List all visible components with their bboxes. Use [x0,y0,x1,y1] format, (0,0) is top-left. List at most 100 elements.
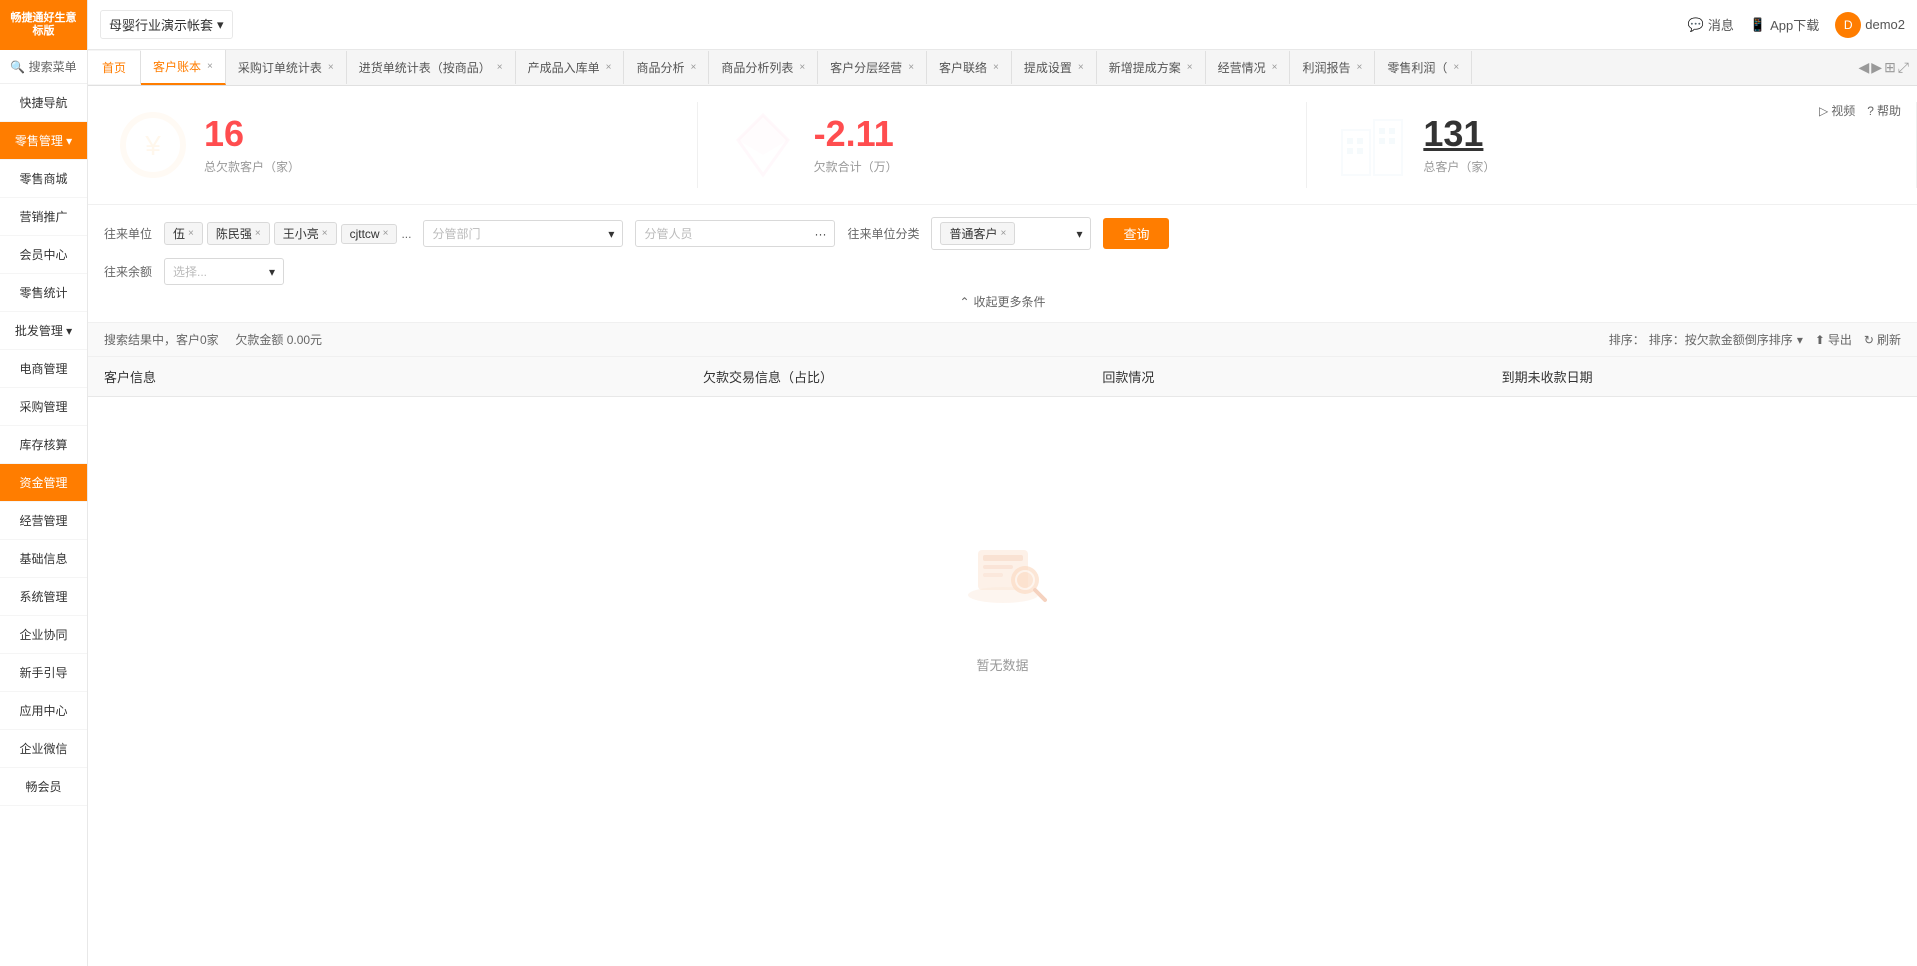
stats-row: ¥ 16 总欠款客户（家） -2.11 欠款合计（万 [88,86,1917,205]
tab-retail-profit[interactable]: 零售利润（ × [1375,51,1472,84]
sidebar-item-ecommerce[interactable]: 电商管理 [0,350,87,388]
search-menu[interactable]: 🔍 搜索菜单 [0,50,87,84]
sidebar-item-system[interactable]: 系统管理 [0,578,87,616]
sidebar-item-apps[interactable]: 应用中心 [0,692,87,730]
filter-tag-unit3[interactable]: 王小亮 × [274,222,337,245]
sidebar-item-wechat[interactable]: 企业微信 [0,730,87,768]
app-download-button[interactable]: 📱 App下载 [1750,15,1819,34]
coin-icon: ¥ [118,110,188,180]
tab-close-icon[interactable]: × [1078,62,1084,73]
sidebar-item-retail-mall[interactable]: 零售商城 [0,160,87,198]
tab-close-icon[interactable]: × [1187,62,1193,73]
sidebar-item-basics[interactable]: 基础信息 [0,540,87,578]
stat-text-debt: -2.11 欠款合计（万） [814,116,898,175]
chevron-up-icon: ⌃ [959,295,969,309]
category-tag[interactable]: 普通客户 × [940,222,1015,245]
tab-close-icon[interactable]: × [207,61,213,72]
sidebar: 畅捷通好生意 标版 🔍 搜索菜单 快捷导航 零售管理 ▾ 零售商城 营销推广 会… [0,0,88,966]
building-icon [1337,110,1407,180]
sidebar-item-members[interactable]: 会员中心 [0,236,87,274]
app-logo: 畅捷通好生意 标版 [0,0,87,50]
tab-close-icon[interactable]: × [1453,62,1459,73]
dept-select[interactable]: 分管部门 ▾ [423,220,623,247]
sidebar-item-quick-nav[interactable]: 快捷导航 [0,84,87,122]
col-repayment: 回款情况 [1102,367,1501,386]
tab-customer-contact[interactable]: 客户联络 × [927,51,1012,84]
chevron-down-icon: ▾ [269,265,275,279]
tab-business-status[interactable]: 经营情况 × [1206,51,1291,84]
sidebar-item-newbie[interactable]: 新手引导 [0,654,87,692]
version-selector[interactable]: 母婴行业演示帐套 ▾ [100,10,233,39]
sidebar-item-operations[interactable]: 经营管理 [0,502,87,540]
filter-tag-unit2[interactable]: 陈民强 × [207,222,270,245]
page-content: ¥ 16 总欠款客户（家） -2.11 欠款合计（万 [88,86,1917,966]
tab-expand-icon[interactable]: ⊞ [1884,59,1896,76]
topbar: 母婴行业演示帐套 ▾ 💬 消息 📱 App下载 D demo2 [88,0,1917,50]
col-debt-info: 欠款交易信息（占比） [703,367,1102,386]
messages-button[interactable]: 💬 消息 [1688,15,1734,34]
table-header: 客户信息 欠款交易信息（占比） 回款情况 到期未收款日期 [88,357,1917,397]
tag-close-icon[interactable]: × [383,228,389,239]
sidebar-item-finance[interactable]: 资金管理 [0,464,87,502]
tab-prev-arrow[interactable]: ◀ [1859,59,1870,76]
tab-close-icon[interactable]: × [606,62,612,73]
tab-close-icon[interactable]: × [799,62,805,73]
sidebar-item-members2[interactable]: 畅会员 [0,768,87,806]
tab-next-arrow[interactable]: ▶ [1871,59,1882,76]
tab-close-icon[interactable]: × [1356,62,1362,73]
more-tags-button[interactable]: ... [401,227,411,241]
sidebar-item-wholesale[interactable]: 批发管理 ▾ [0,312,87,350]
help-icon: ? [1867,104,1874,118]
tab-new-commission[interactable]: 新增提成方案 × [1097,51,1206,84]
tab-customer-ledger[interactable]: 客户账本 × [141,50,226,85]
tab-product-analysis[interactable]: 商品分析 × [624,51,709,84]
person-select[interactable]: 分管人员 ··· [635,220,835,247]
tab-navigation-arrows: ◀ ▶ ⊞ ⤢ [1851,59,1917,76]
tab-purchase-order-stats[interactable]: 采购订单统计表 × [226,51,347,84]
empty-text: 暂无数据 [976,655,1028,674]
balance-select[interactable]: 选择... ▾ [164,258,284,285]
refresh-button[interactable]: ↻ 刷新 [1864,331,1901,348]
video-link[interactable]: ▷ 视频 [1819,102,1855,119]
logo-text: 畅捷通好生意 标版 [11,12,77,38]
sidebar-item-retail-stats[interactable]: 零售统计 [0,274,87,312]
sidebar-item-retail[interactable]: 零售管理 ▾ [0,122,87,160]
user-avatar[interactable]: D demo2 [1835,12,1905,38]
tab-fullscreen-icon[interactable]: ⤢ [1898,59,1909,76]
total-customers-label: 总客户（家） [1423,158,1495,175]
tab-customer-tier[interactable]: 客户分层经营 × [818,51,927,84]
topbar-right: 💬 消息 📱 App下载 D demo2 [1688,12,1905,38]
filter-tag-unit4[interactable]: cjttcw × [341,224,398,244]
tab-home[interactable]: 首页 [88,51,141,84]
category-label: 往来单位分类 [847,225,919,242]
sidebar-item-inventory[interactable]: 库存核算 [0,426,87,464]
tab-close-icon[interactable]: × [993,62,999,73]
tab-profit-report[interactable]: 利润报告 × [1290,51,1375,84]
sidebar-item-purchase[interactable]: 采购管理 [0,388,87,426]
category-select[interactable]: 普通客户 × ▾ [931,217,1091,250]
filter-tag-unit1[interactable]: 伍 × [164,222,203,245]
tab-close-icon[interactable]: × [1272,62,1278,73]
query-button[interactable]: 查询 [1103,218,1169,249]
tab-close-icon[interactable]: × [690,62,696,73]
tab-inbound-stats[interactable]: 进货单统计表（按商品） × [347,51,516,84]
export-button[interactable]: ⬆ 导出 [1815,331,1852,348]
tag-close-icon[interactable]: × [322,228,328,239]
tab-close-icon[interactable]: × [908,62,914,73]
stat-card-customers: ¥ 16 总欠款客户（家） [88,102,698,188]
tag-close-icon[interactable]: × [188,228,194,239]
tab-commission-settings[interactable]: 提成设置 × [1012,51,1097,84]
sidebar-item-enterprise[interactable]: 企业协同 [0,616,87,654]
tab-product-inbound[interactable]: 产成品入库单 × [516,51,625,84]
sidebar-item-marketing[interactable]: 营销推广 [0,198,87,236]
empty-state: 暂无数据 [893,460,1113,734]
sort-select[interactable]: 排序： 排序：按欠款金额倒序排序 ▾ [1609,331,1803,348]
collapse-button[interactable]: ⌃ 收起更多条件 [104,293,1901,310]
tab-product-analysis-list[interactable]: 商品分析列表 × [709,51,818,84]
stat-text-total: 131 总客户（家） [1423,116,1495,175]
tag-close-icon[interactable]: × [1000,228,1006,239]
tab-close-icon[interactable]: × [497,62,503,73]
tab-close-icon[interactable]: × [328,62,334,73]
help-link[interactable]: ? 帮助 [1867,102,1901,119]
tag-close-icon[interactable]: × [255,228,261,239]
